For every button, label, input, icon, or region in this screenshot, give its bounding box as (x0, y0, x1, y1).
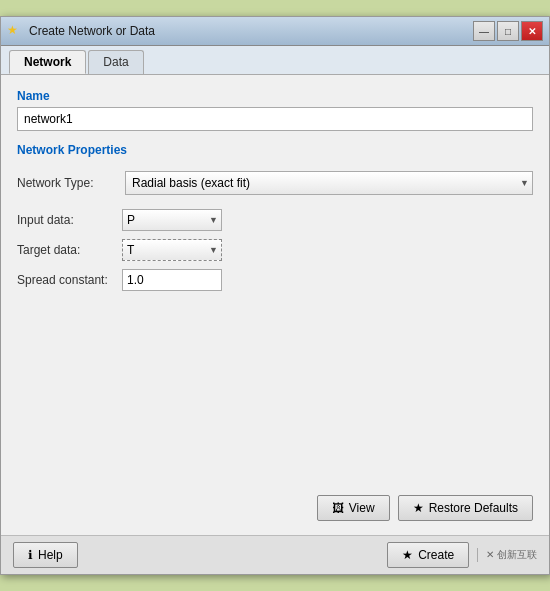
bottom-buttons: 🖼 View ★ Restore Defaults (17, 487, 533, 521)
footer-left: ℹ Help (13, 542, 78, 568)
input-data-label: Input data: (17, 213, 122, 227)
main-window: ★ Create Network or Data — □ ✕ Network D… (0, 16, 550, 575)
watermark-text: 创新互联 (497, 549, 537, 560)
create-icon: ★ (402, 548, 413, 562)
network-properties-section: Network Properties Network Type: Radial … (17, 143, 533, 291)
create-button[interactable]: ★ Create (387, 542, 469, 568)
input-group: Input data: P X Y ▼ Target data: (17, 209, 533, 291)
window-icon: ★ (7, 23, 23, 39)
content-area: Name Network Properties Network Type: Ra… (1, 75, 549, 535)
help-icon: ℹ (28, 548, 33, 562)
view-label: View (349, 501, 375, 515)
network-type-select[interactable]: Radial basis (exact fit) Feedforward Cas… (125, 171, 533, 195)
view-button[interactable]: 🖼 View (317, 495, 390, 521)
minimize-button[interactable]: — (473, 21, 495, 41)
maximize-button[interactable]: □ (497, 21, 519, 41)
title-bar-buttons: — □ ✕ (473, 21, 543, 41)
tab-data[interactable]: Data (88, 50, 143, 74)
window-title: Create Network or Data (29, 24, 155, 38)
watermark-icon: ✕ (486, 549, 494, 560)
title-bar: ★ Create Network or Data — □ ✕ (1, 17, 549, 46)
name-label: Name (17, 89, 533, 103)
spread-constant-row: Spread constant: (17, 269, 533, 291)
footer-right: ★ Create ✕ 创新互联 (387, 542, 537, 568)
view-icon: 🖼 (332, 501, 344, 515)
network-type-label: Network Type: (17, 176, 117, 190)
footer: ℹ Help ★ Create ✕ 创新互联 (1, 535, 549, 574)
help-label: Help (38, 548, 63, 562)
restore-defaults-label: Restore Defaults (429, 501, 518, 515)
network-type-row: Network Type: Radial basis (exact fit) F… (17, 171, 533, 195)
help-button[interactable]: ℹ Help (13, 542, 78, 568)
title-bar-left: ★ Create Network or Data (7, 23, 155, 39)
restore-icon: ★ (413, 501, 424, 515)
tab-bar: Network Data (1, 46, 549, 75)
target-data-select-wrapper: T Y Z ▼ (122, 239, 222, 261)
spread-constant-label: Spread constant: (17, 273, 122, 287)
target-data-label: Target data: (17, 243, 122, 257)
target-data-row: Target data: T Y Z ▼ (17, 239, 533, 261)
input-data-select[interactable]: P X Y (122, 209, 222, 231)
target-data-select[interactable]: T Y Z (122, 239, 222, 261)
restore-defaults-button[interactable]: ★ Restore Defaults (398, 495, 533, 521)
watermark: ✕ 创新互联 (477, 548, 537, 562)
name-input[interactable] (17, 107, 533, 131)
input-data-row: Input data: P X Y ▼ (17, 209, 533, 231)
name-section: Name (17, 89, 533, 131)
spread-constant-input[interactable] (122, 269, 222, 291)
create-label: Create (418, 548, 454, 562)
network-properties-label: Network Properties (17, 143, 533, 157)
tab-network[interactable]: Network (9, 50, 86, 74)
close-button[interactable]: ✕ (521, 21, 543, 41)
input-data-select-wrapper: P X Y ▼ (122, 209, 222, 231)
network-type-select-wrapper: Radial basis (exact fit) Feedforward Cas… (125, 171, 533, 195)
